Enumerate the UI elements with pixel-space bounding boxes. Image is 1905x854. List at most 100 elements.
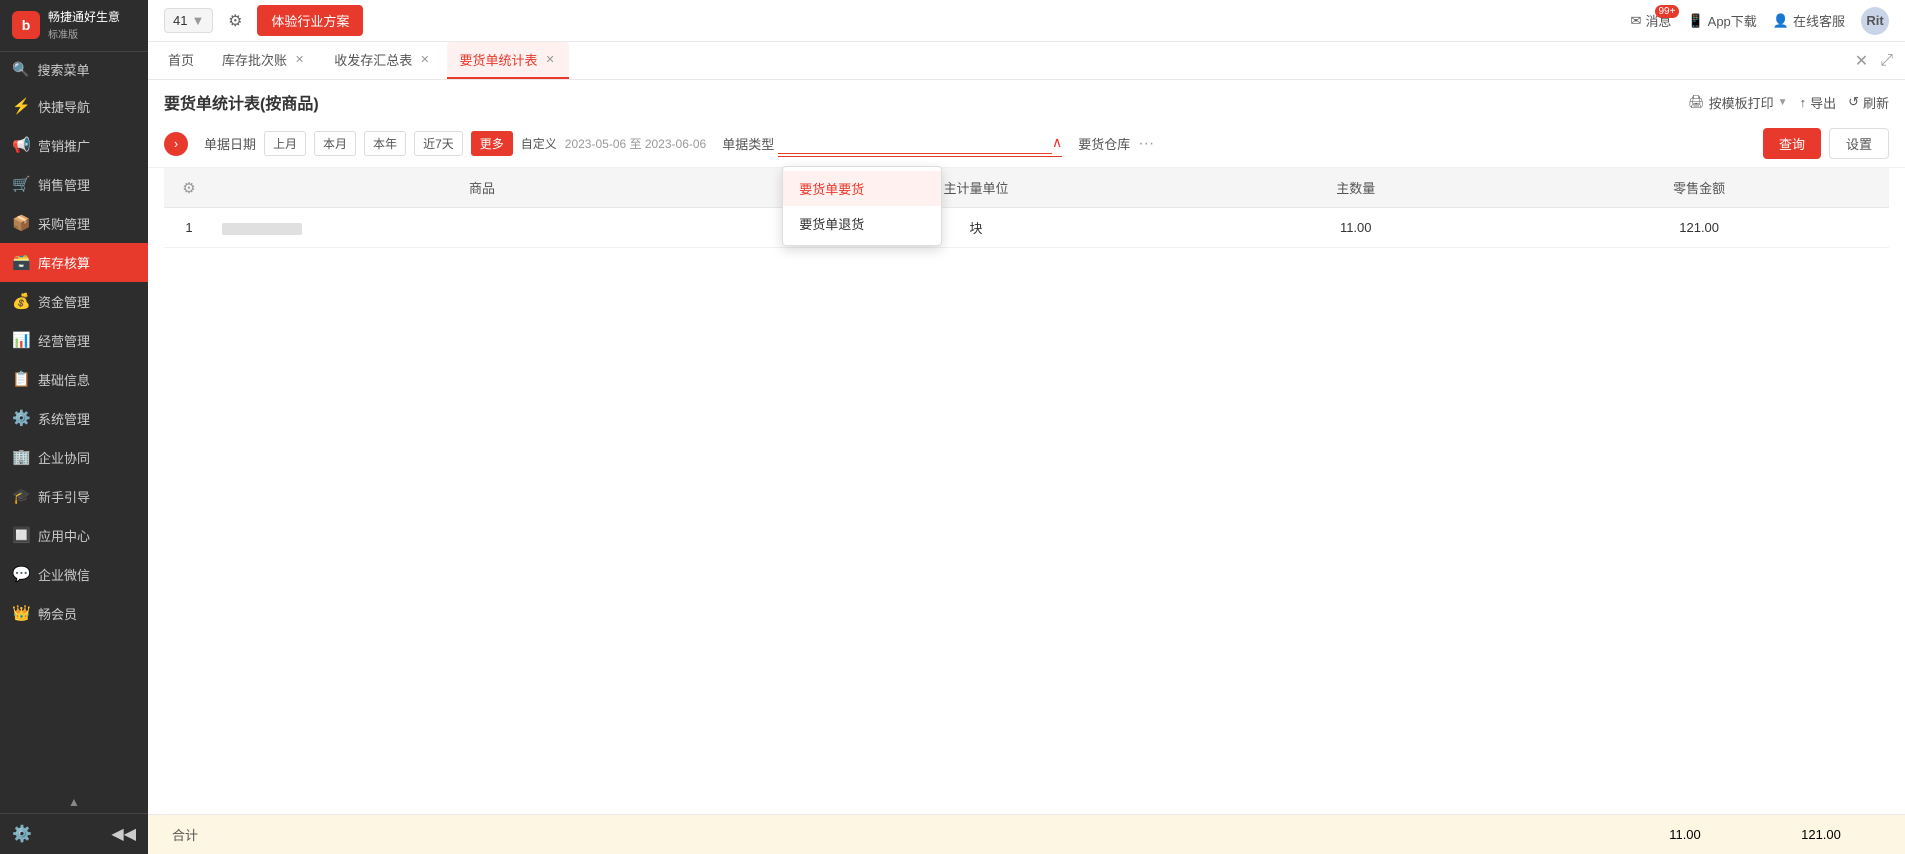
expand-tabs-btn[interactable]: ⤢ — [1876, 48, 1897, 74]
sidebar-label: 采购管理 — [38, 214, 90, 233]
dropdown-item-return[interactable]: 要货单退货 — [783, 206, 941, 241]
table-gear-icon[interactable]: ⚙ — [182, 180, 195, 197]
app-logo: b 畅捷通好生意 标准版 — [0, 0, 148, 52]
online-service-btn[interactable]: 👤 在线客服 — [1773, 11, 1845, 30]
sidebar-item-purchase[interactable]: 📦 采购管理 — [0, 204, 148, 243]
user-avatar[interactable]: Rit — [1861, 7, 1889, 35]
date-7days-btn[interactable]: 近7天 — [414, 131, 463, 156]
trial-button[interactable]: 体验行业方案 — [257, 5, 363, 36]
type-dropdown: 要货单要货 要货单退货 — [782, 166, 942, 246]
type-filter-input[interactable] — [778, 130, 1052, 154]
purchase-icon: 📦 — [12, 214, 30, 232]
sidebar-label: 资金管理 — [38, 292, 90, 311]
warehouse-more-btn[interactable]: ··· — [1138, 135, 1154, 153]
date-last-month-btn[interactable]: 上月 — [264, 131, 306, 156]
settings-bottom-icon[interactable]: ⚙️ — [12, 824, 32, 844]
sidebar-item-operations[interactable]: 📊 经营管理 — [0, 321, 148, 360]
page-header: 要货单统计表(按商品) 🖨 按模板打印 ▼ ↑ 导出 ↺ 刷新 — [148, 80, 1905, 120]
collapse-sidebar-btn[interactable]: ◀◀ — [111, 824, 136, 844]
sidebar-label: 营销推广 — [38, 136, 90, 155]
refresh-btn[interactable]: ↺ 刷新 — [1848, 93, 1889, 112]
store-selector[interactable]: 41 ▼ — [164, 8, 213, 33]
filter-warehouse-group: 要货仓库 ··· — [1078, 134, 1154, 153]
sidebar-item-wechat[interactable]: 💬 企业微信 — [0, 555, 148, 594]
sidebar-label: 库存核算 — [38, 253, 90, 272]
tab-home-label: 首页 — [168, 50, 194, 69]
sidebar-item-inventory[interactable]: 🗃️ 库存核算 — [0, 243, 148, 282]
table-footer: 合计 11.00 121.00 — [148, 814, 1905, 854]
sidebar-item-guide[interactable]: 🎓 新手引导 — [0, 477, 148, 516]
search-menu-label: 搜索菜单 — [37, 60, 89, 79]
close-all-tabs-btn[interactable]: ✕ — [1851, 47, 1872, 75]
tab-label: 库存批次账 — [222, 50, 287, 69]
tab-inventory-batch[interactable]: 库存批次账 ✕ — [210, 42, 318, 79]
app-subtitle: 标准版 — [48, 26, 120, 41]
date-this-year-btn[interactable]: 本年 — [364, 131, 406, 156]
export-icon: ↑ — [1800, 95, 1807, 110]
tab-order-stats[interactable]: 要货单统计表 ✕ — [447, 42, 568, 79]
sidebar-label: 畅会员 — [38, 604, 77, 623]
marketing-icon: 📢 — [12, 136, 30, 154]
quick-nav-icon: ⚡ — [12, 97, 30, 115]
col-qty-header: 主数量 — [1202, 168, 1509, 208]
sidebar-scroll-up[interactable]: ▲ — [0, 791, 148, 813]
close-icon[interactable]: ✕ — [293, 53, 306, 66]
header-right: ✉ 消息 99+ 📱 App下载 👤 在线客服 Rit — [1631, 7, 1889, 35]
close-icon[interactable]: ✕ — [544, 53, 557, 66]
close-icon[interactable]: ✕ — [418, 53, 431, 66]
message-badge: 99+ — [1655, 5, 1680, 18]
store-number: 41 — [173, 13, 187, 28]
query-button[interactable]: 查询 — [1763, 128, 1821, 159]
date-more-btn[interactable]: 更多 — [471, 131, 513, 156]
member-icon: 👑 — [12, 604, 30, 622]
sidebar-item-finance[interactable]: 💰 资金管理 — [0, 282, 148, 321]
footer-total-label: 合计 — [172, 825, 198, 844]
table-container: ⚙ 商品 主计量单位 主数量 零售金额 1 块 — [148, 168, 1905, 814]
search-menu-item[interactable]: 🔍 搜索菜单 — [0, 52, 148, 87]
enterprise-icon: 🏢 — [12, 448, 30, 466]
system-icon: ⚙️ — [12, 409, 30, 427]
date-range-text: 2023-05-06 至 2023-06-06 — [565, 135, 706, 152]
sidebar-item-system[interactable]: ⚙️ 系统管理 — [0, 399, 148, 438]
tab-home[interactable]: 首页 — [156, 42, 206, 79]
table-row: 1 块 11.00 121.00 — [164, 208, 1889, 248]
sidebar-item-sales[interactable]: 🛒 销售管理 — [0, 165, 148, 204]
col-gear: ⚙ — [164, 168, 214, 208]
app-download-label: App下载 — [1708, 11, 1757, 30]
sidebar-label: 基础信息 — [38, 370, 90, 389]
date-custom-btn[interactable]: 自定义 — [521, 135, 557, 152]
sidebar-item-enterprise[interactable]: 🏢 企业协同 — [0, 438, 148, 477]
sidebar-bottom: ⚙️ ◀◀ — [0, 813, 148, 854]
export-btn[interactable]: ↑ 导出 — [1800, 93, 1837, 112]
sidebar-item-app-center[interactable]: 🔲 应用中心 — [0, 516, 148, 555]
type-dropdown-arrow[interactable]: ∧ — [1052, 134, 1062, 151]
sidebar-item-marketing[interactable]: 📢 营销推广 — [0, 126, 148, 165]
header-gear-btn[interactable]: ⚙ — [221, 7, 249, 35]
app-title: 畅捷通好生意 — [48, 10, 120, 26]
filter-expand-btn[interactable]: › — [164, 132, 188, 156]
refresh-icon: ↺ — [1848, 94, 1859, 110]
col-amount-header: 零售金额 — [1509, 168, 1889, 208]
tab-receivable-summary[interactable]: 收发存汇总表 ✕ — [322, 42, 443, 79]
footer-qty: 11.00 — [1625, 827, 1745, 842]
sidebar-item-basics[interactable]: 📋 基础信息 — [0, 360, 148, 399]
print-template-btn[interactable]: 🖨 按模板打印 ▼ — [1688, 93, 1787, 112]
export-label: 导出 — [1810, 93, 1836, 112]
app-download-btn[interactable]: 📱 App下载 — [1687, 11, 1756, 30]
message-btn[interactable]: ✉ 消息 99+ — [1631, 11, 1672, 30]
row-product — [214, 208, 750, 248]
date-this-month-btn[interactable]: 本月 — [314, 131, 356, 156]
dropdown-item-purchase[interactable]: 要货单要货 — [783, 171, 941, 206]
sidebar-label: 新手引导 — [38, 487, 90, 506]
wechat-icon: 💬 — [12, 565, 30, 583]
page-title: 要货单统计表(按商品) — [164, 90, 319, 114]
settings-button[interactable]: 设置 — [1829, 128, 1889, 159]
sidebar-item-member[interactable]: 👑 畅会员 — [0, 594, 148, 633]
sidebar-item-quick-nav[interactable]: ⚡ 快捷导航 — [0, 87, 148, 126]
main-area: 41 ▼ ⚙ 体验行业方案 ✉ 消息 99+ 📱 App下载 👤 在线客服 Ri… — [148, 0, 1905, 854]
page-actions: 🖨 按模板打印 ▼ ↑ 导出 ↺ 刷新 — [1688, 93, 1889, 112]
print-label: 按模板打印 — [1709, 93, 1774, 112]
logo-icon: b — [12, 11, 40, 39]
chevron-down-icon: ▼ — [1778, 97, 1788, 108]
warehouse-filter-label: 要货仓库 — [1078, 134, 1130, 153]
